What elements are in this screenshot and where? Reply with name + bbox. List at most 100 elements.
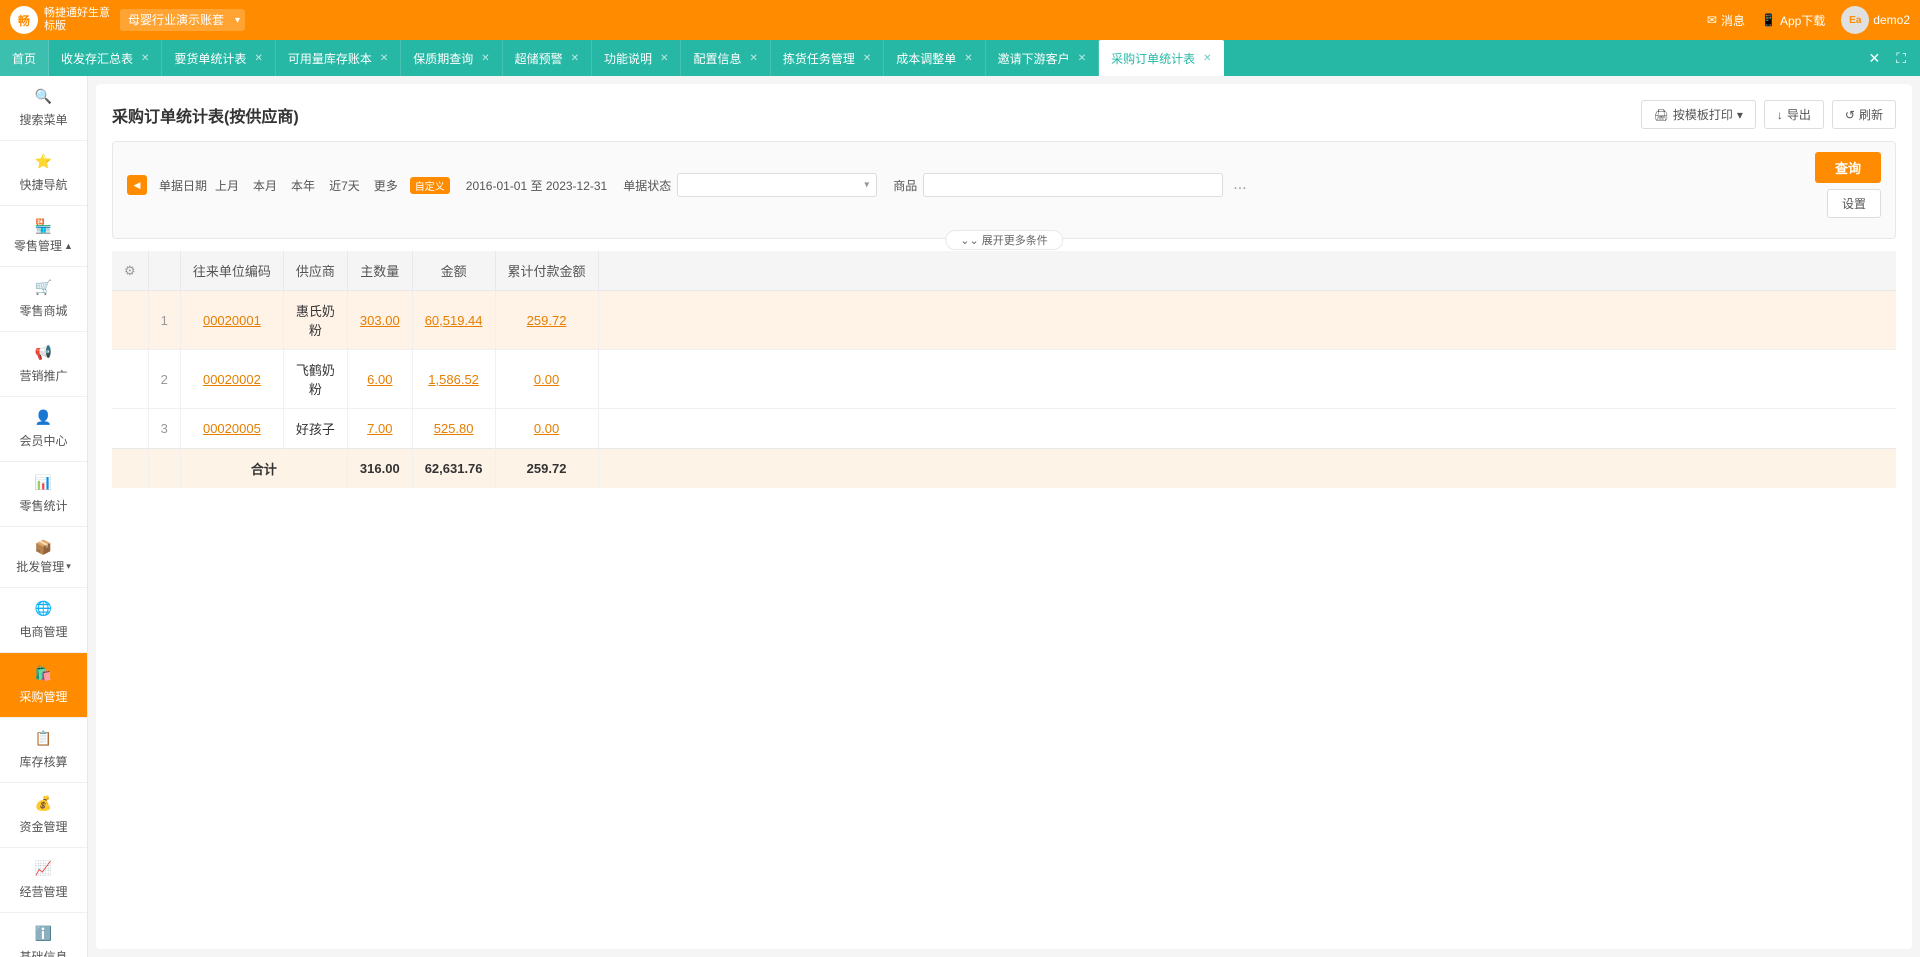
logo-text: 畅捷通好生意 标版 xyxy=(44,7,110,33)
filter-area: ◀ 单据日期 上月 本月 本年 近7天 更多 自定义 20 xyxy=(112,141,1896,239)
shortcut-this-month[interactable]: 本月 xyxy=(249,176,281,195)
sidebar-item-marketing[interactable]: 📢 营销推广 xyxy=(0,332,87,397)
export-button[interactable]: ↓ 导出 xyxy=(1764,100,1824,129)
goods-filter-label: 商品 xyxy=(893,177,917,194)
data-table: ⚙ 往来单位编码 供应商 主数量 金额 累计付款金额 xyxy=(112,251,1896,488)
tab-peizhi-label: 配置信息 xyxy=(693,50,741,67)
row3-paid[interactable]: 0.00 xyxy=(495,409,598,449)
row2-paid[interactable]: 0.00 xyxy=(495,350,598,409)
tab-gongneng[interactable]: 功能说明 ✕ xyxy=(592,40,681,76)
table-body: 1 00020001 惠氏奶粉 303.00 60,519.44 259.72 … xyxy=(112,291,1896,449)
row1-amount[interactable]: 60,519.44 xyxy=(412,291,495,350)
tab-shoufahuizong[interactable]: 收发存汇总表 ✕ xyxy=(49,40,162,76)
col-amount: 金额 xyxy=(412,251,495,291)
sidebar-item-wholesale[interactable]: 📦 批发管理 ▾ xyxy=(0,527,87,588)
tab-chaochu[interactable]: 超储预警 ✕ xyxy=(503,40,592,76)
purchase-icon: 🛍️ xyxy=(35,665,52,682)
col-extra xyxy=(598,251,1896,291)
tab-peizhi-close[interactable]: ✕ xyxy=(749,53,757,64)
shop-icon: 🛒 xyxy=(35,279,52,296)
row1-paid[interactable]: 259.72 xyxy=(495,291,598,350)
sidebar-item-retailstat[interactable]: 📊 零售统计 xyxy=(0,462,87,527)
tab-tuohuo[interactable]: 拣货任务管理 ✕ xyxy=(771,40,884,76)
tab-yaohuo[interactable]: 要货单统计表 ✕ xyxy=(162,40,275,76)
row1-code[interactable]: 00020001 xyxy=(180,291,283,350)
tab-home-label: 首页 xyxy=(12,50,36,67)
shortcut-7days[interactable]: 近7天 xyxy=(325,176,364,195)
goods-input[interactable] xyxy=(923,173,1223,197)
sidebar-item-retail[interactable]: 🏪 零售管理 ▲ xyxy=(0,206,87,267)
col-qty: 主数量 xyxy=(347,251,412,291)
tab-yaoqing[interactable]: 邀请下游客户 ✕ xyxy=(986,40,1099,76)
nav-expand-btn[interactable]: ⛶ xyxy=(1890,48,1912,69)
col-rownum xyxy=(148,251,180,291)
row2-qty[interactable]: 6.00 xyxy=(347,350,412,409)
shortcut-last-month[interactable]: 上月 xyxy=(211,176,243,195)
sidebar-item-member[interactable]: 👤 会员中心 xyxy=(0,397,87,462)
workspace-selector-wrapper[interactable]: 母婴行业演示账套 xyxy=(120,9,245,31)
tab-gongneng-close[interactable]: ✕ xyxy=(660,53,668,64)
sidebar-item-quicknav[interactable]: ⭐ 快捷导航 xyxy=(0,141,87,206)
basic-icon: ℹ️ xyxy=(35,925,52,942)
col-settings[interactable]: ⚙ xyxy=(112,251,148,291)
shortcut-this-year[interactable]: 本年 xyxy=(287,176,319,195)
tab-chengben[interactable]: 成本调整单 ✕ xyxy=(884,40,985,76)
app-download-btn[interactable]: 📱 App下载 xyxy=(1761,12,1825,29)
settings-button[interactable]: 设置 xyxy=(1827,189,1881,218)
print-dropdown-icon: ▾ xyxy=(1737,108,1743,122)
row2-amount[interactable]: 1,586.52 xyxy=(412,350,495,409)
tab-shoufahuizong-label: 收发存汇总表 xyxy=(61,50,133,67)
tab-caigoudingdan[interactable]: 采购订单统计表 ✕ xyxy=(1099,40,1224,76)
row3-code[interactable]: 00020005 xyxy=(180,409,283,449)
col-code: 往来单位编码 xyxy=(180,251,283,291)
row3-qty[interactable]: 7.00 xyxy=(347,409,412,449)
tab-tuohuo-close[interactable]: ✕ xyxy=(863,53,871,64)
sidebar-item-search[interactable]: 🔍 搜索菜单 xyxy=(0,76,87,141)
table-wrapper: ⚙ 往来单位编码 供应商 主数量 金额 累计付款金额 xyxy=(112,251,1896,933)
expand-filter-btn[interactable]: ⌄⌄ 展开更多条件 xyxy=(945,230,1063,250)
nav-tabs: 首页 收发存汇总表 ✕ 要货单统计表 ✕ 可用量库存账本 ✕ 保质期查询 ✕ 超… xyxy=(0,40,1920,76)
tab-keyongliang[interactable]: 可用量库存账本 ✕ xyxy=(276,40,401,76)
member-icon: 👤 xyxy=(35,409,52,426)
message-btn[interactable]: ✉ 消息 xyxy=(1707,12,1745,29)
row1-qty[interactable]: 303.00 xyxy=(347,291,412,350)
sidebar-item-inventory[interactable]: 📋 库存核算 xyxy=(0,718,87,783)
sidebar-item-retailshop[interactable]: 🛒 零售商城 xyxy=(0,267,87,332)
topbar-right: ✉ 消息 📱 App下载 Ea demo2 xyxy=(1707,6,1910,34)
table-row: 1 00020001 惠氏奶粉 303.00 60,519.44 259.72 xyxy=(112,291,1896,350)
tab-baozhi[interactable]: 保质期查询 ✕ xyxy=(401,40,502,76)
nav-close-btn[interactable]: ✕ xyxy=(1862,48,1886,69)
query-button[interactable]: 查询 xyxy=(1815,152,1881,183)
sidebar-item-ecommerce[interactable]: 🌐 电商管理 xyxy=(0,588,87,653)
sidebar-item-basic[interactable]: ℹ️ 基础信息 xyxy=(0,913,87,957)
tab-peizhi[interactable]: 配置信息 ✕ xyxy=(681,40,770,76)
sidebar-item-finance[interactable]: 💰 资金管理 xyxy=(0,783,87,848)
user-area[interactable]: Ea demo2 xyxy=(1841,6,1910,34)
tab-baozhi-close[interactable]: ✕ xyxy=(481,53,489,64)
table-header: ⚙ 往来单位编码 供应商 主数量 金额 累计付款金额 xyxy=(112,251,1896,291)
shortcut-more[interactable]: 更多 xyxy=(370,176,402,195)
wholesale-icon: 📦 xyxy=(35,539,52,556)
sidebar-item-purchase[interactable]: 🛍️ 采购管理 xyxy=(0,653,87,718)
goods-more-btn[interactable]: ... xyxy=(1233,176,1246,194)
status-select[interactable] xyxy=(677,173,877,197)
sidebar-item-operations[interactable]: 📈 经营管理 xyxy=(0,848,87,913)
date-range-display: 2016-01-01 至 2023-12-31 xyxy=(466,177,607,194)
nav-right-buttons: ✕ ⛶ xyxy=(1862,48,1920,69)
tab-yaohuo-close[interactable]: ✕ xyxy=(254,53,262,64)
tab-chengben-close[interactable]: ✕ xyxy=(964,53,972,64)
tab-caigoudingdan-close[interactable]: ✕ xyxy=(1203,53,1211,64)
workspace-selector[interactable]: 母婴行业演示账套 xyxy=(120,9,245,31)
filter-row: ◀ 单据日期 上月 本月 本年 近7天 更多 自定义 20 xyxy=(127,152,1881,218)
row2-code[interactable]: 00020002 xyxy=(180,350,283,409)
filter-collapse-btn[interactable]: ◀ xyxy=(127,175,147,195)
refresh-button[interactable]: ↺ 刷新 xyxy=(1832,100,1896,129)
row2-num: 2 xyxy=(148,350,180,409)
print-button[interactable]: 🖨 按模板打印 ▾ xyxy=(1641,100,1756,129)
tab-shoufahuizong-close[interactable]: ✕ xyxy=(141,53,149,64)
tab-home[interactable]: 首页 xyxy=(0,40,49,76)
tab-keyongliang-close[interactable]: ✕ xyxy=(380,53,388,64)
row3-amount[interactable]: 525.80 xyxy=(412,409,495,449)
tab-yaoqing-close[interactable]: ✕ xyxy=(1078,53,1086,64)
tab-chaochu-close[interactable]: ✕ xyxy=(571,53,579,64)
